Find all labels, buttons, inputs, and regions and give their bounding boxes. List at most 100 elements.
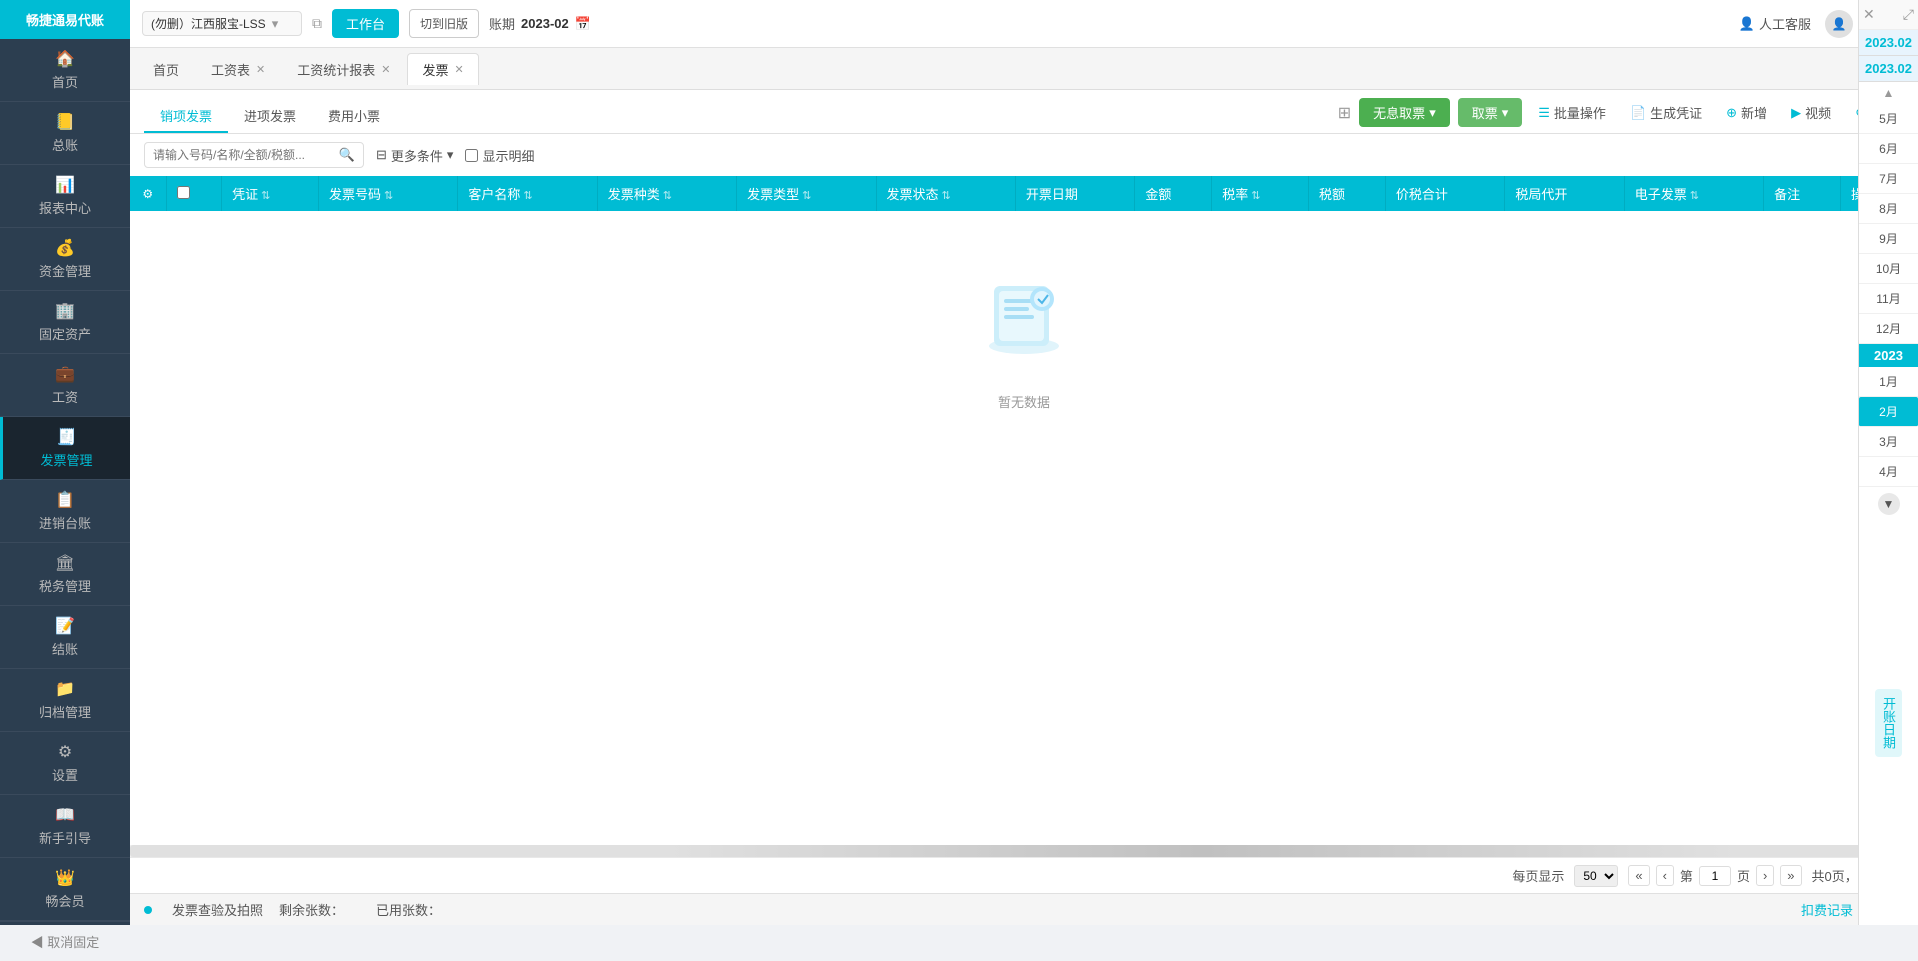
sort-icon[interactable]: ⇅ bbox=[1690, 190, 1699, 202]
period-month-10[interactable]: 10月 bbox=[1859, 254, 1918, 284]
sort-icon[interactable]: ⇅ bbox=[261, 190, 270, 202]
prev-page-button[interactable]: ‹ bbox=[1656, 865, 1674, 886]
payroll-tab-close[interactable]: ✕ bbox=[256, 63, 265, 76]
page-input[interactable] bbox=[1699, 866, 1731, 886]
sidebar-item-label: 进销台账 bbox=[39, 513, 91, 532]
sidebar-item-member[interactable]: 👑 畅会员 bbox=[0, 858, 130, 921]
sidebar-item-invoice[interactable]: 🧾 发票管理 bbox=[0, 417, 130, 480]
period-header-row-1: 2023.02 bbox=[1859, 30, 1918, 56]
sub-tab-purchase-invoice[interactable]: 进项发票 bbox=[228, 100, 312, 133]
no-deduct-button[interactable]: 无息取票 ▾ bbox=[1359, 98, 1450, 127]
customer-service-button[interactable]: 👤 人工客服 bbox=[1739, 14, 1811, 33]
period-scroll-down-button[interactable]: ▼ bbox=[1859, 487, 1918, 521]
sidebar-item-sales[interactable]: 📋 进销台账 bbox=[0, 480, 130, 543]
batch-op-icon: ☰ bbox=[1538, 105, 1550, 121]
first-page-button[interactable]: « bbox=[1628, 865, 1649, 886]
sidebar-item-assets[interactable]: 🏢 固定资产 bbox=[0, 291, 130, 354]
close-period-panel-button[interactable]: ✕ bbox=[1863, 6, 1875, 23]
sort-icon[interactable]: ⇅ bbox=[523, 190, 532, 202]
sidebar-item-reports[interactable]: 📊 报表中心 bbox=[0, 165, 130, 228]
tab-home[interactable]: 首页 bbox=[138, 53, 194, 85]
payroll-icon: 💼 bbox=[55, 364, 75, 384]
sidebar-item-settings[interactable]: ⚙ 设置 bbox=[0, 732, 130, 795]
sidebar-item-finance[interactable]: 💰 资金管理 bbox=[0, 228, 130, 291]
period-month-9[interactable]: 9月 bbox=[1859, 224, 1918, 254]
no-deduct-label: 无息取票 bbox=[1373, 103, 1425, 122]
sub-tabs: 销项发票 进项发票 费用小票 ⊞ 无息取票 ▾ 取票 ▾ ☰ bbox=[130, 90, 1918, 134]
calendar-icon[interactable]: 📅 bbox=[575, 16, 591, 32]
show-detail-checkbox-label[interactable]: 显示明细 bbox=[465, 146, 534, 165]
maximize-icon[interactable]: ⤢ bbox=[1903, 6, 1914, 23]
sidebar: 畅捷通易代账 🏠 首页 📒 总账 📊 报表中心 💰 资金管理 🏢 固定资产 💼 … bbox=[0, 0, 130, 925]
last-page-button[interactable]: » bbox=[1780, 865, 1801, 886]
grid-view-icon[interactable]: ⊞ bbox=[1338, 103, 1351, 123]
select-all-checkbox[interactable] bbox=[177, 186, 190, 199]
sidebar-item-tax[interactable]: 🏛 税务管理 bbox=[0, 543, 130, 606]
period-month-11[interactable]: 11月 bbox=[1859, 284, 1918, 314]
period-month-12[interactable]: 12月 bbox=[1859, 314, 1918, 344]
period-panel: ✕ ⤢ 2023.02 2023.02 ▲ 5月 6月 7月 8月 9月 10月… bbox=[1858, 0, 1918, 925]
payroll-stats-tab-close[interactable]: ✕ bbox=[381, 63, 390, 76]
workbench-button[interactable]: 工作台 bbox=[332, 9, 399, 38]
period-month-apr[interactable]: 4月 bbox=[1859, 457, 1918, 487]
sub-tab-expense-receipt[interactable]: 费用小票 bbox=[312, 100, 396, 133]
tab-invoice[interactable]: 发票 ✕ bbox=[407, 53, 478, 85]
gen-voucher-button[interactable]: 📄 生成凭证 bbox=[1622, 98, 1710, 127]
sidebar-item-closing[interactable]: 📝 结账 bbox=[0, 606, 130, 669]
sidebar-item-ledger[interactable]: 📒 总账 bbox=[0, 102, 130, 165]
home-icon: 🏠 bbox=[55, 49, 75, 69]
period-month-jan[interactable]: 1月 bbox=[1859, 367, 1918, 397]
sub-tab-sales-invoice[interactable]: 销项发票 bbox=[144, 100, 228, 133]
invoice-tab-close[interactable]: ✕ bbox=[455, 63, 464, 76]
show-detail-checkbox[interactable] bbox=[465, 149, 478, 162]
col-settings[interactable]: ⚙ bbox=[130, 176, 166, 211]
period-month-5[interactable]: 5月 bbox=[1859, 104, 1918, 134]
sidebar-item-label: 归档管理 bbox=[39, 702, 91, 721]
batch-op-button[interactable]: ☰ 批量操作 bbox=[1530, 98, 1614, 127]
period-month-feb[interactable]: 2月 bbox=[1859, 397, 1918, 427]
sort-icon[interactable]: ⇅ bbox=[802, 190, 811, 202]
period-month-6[interactable]: 6月 bbox=[1859, 134, 1918, 164]
gen-voucher-label: 生成凭证 bbox=[1650, 103, 1702, 122]
new-label: 新增 bbox=[1741, 103, 1767, 122]
filter-bar: 🔍 ⊟ 更多条件 ▾ 显示明细 bbox=[130, 134, 1918, 176]
sidebar-item-payroll[interactable]: 💼 工资 bbox=[0, 354, 130, 417]
deduct-record-link[interactable]: 扣费记录 bbox=[1801, 900, 1853, 919]
empty-state: 暂无数据 bbox=[130, 211, 1918, 471]
sort-icon[interactable]: ⇅ bbox=[384, 190, 393, 202]
sidebar-item-guide[interactable]: 📖 新手引导 bbox=[0, 795, 130, 858]
scroll-down-circle[interactable]: ▼ bbox=[1878, 493, 1900, 515]
col-tax-rate: 税率⇅ bbox=[1212, 176, 1309, 211]
per-page-select[interactable]: 50 bbox=[1574, 865, 1618, 887]
more-conditions-button[interactable]: ⊟ 更多条件 ▾ bbox=[376, 146, 453, 165]
sidebar-item-archive[interactable]: 📁 归档管理 bbox=[0, 669, 130, 732]
sidebar-collapse-button[interactable]: ◀ 取消固定 bbox=[0, 921, 130, 961]
sort-icon[interactable]: ⇅ bbox=[942, 190, 951, 202]
period-scroll-up-button[interactable]: ▲ bbox=[1859, 82, 1918, 104]
period-month-7[interactable]: 7月 bbox=[1859, 164, 1918, 194]
copy-icon[interactable]: ⧉ bbox=[312, 15, 322, 32]
sort-icon[interactable]: ⇅ bbox=[663, 190, 672, 202]
closing-icon: 📝 bbox=[55, 616, 75, 636]
old-version-button[interactable]: 切到旧版 bbox=[409, 9, 479, 38]
open-period-button[interactable]: 开账日期 bbox=[1875, 689, 1902, 757]
take-ticket-button[interactable]: 取票 ▾ bbox=[1458, 98, 1523, 127]
search-input-wrap[interactable]: 🔍 bbox=[144, 142, 364, 168]
video-button[interactable]: ▶ 视频 bbox=[1783, 98, 1839, 127]
sidebar-item-label: 设置 bbox=[52, 765, 78, 784]
horizontal-scrollbar[interactable] bbox=[130, 845, 1918, 857]
sort-icon[interactable]: ⇅ bbox=[1251, 190, 1260, 202]
sidebar-item-home[interactable]: 🏠 首页 bbox=[0, 39, 130, 102]
new-button[interactable]: ⊕ 新增 bbox=[1718, 98, 1775, 127]
user-avatar[interactable]: 👤 bbox=[1825, 10, 1853, 38]
search-input[interactable] bbox=[153, 148, 333, 162]
tab-payroll[interactable]: 工资表 ✕ bbox=[196, 53, 280, 85]
company-selector[interactable]: (勿删）江西服宝-LSS ▾ bbox=[142, 11, 302, 36]
col-checkbox[interactable] bbox=[166, 176, 222, 211]
period-month-8[interactable]: 8月 bbox=[1859, 194, 1918, 224]
period-month-mar[interactable]: 3月 bbox=[1859, 427, 1918, 457]
footer-bottom: 发票查验及拍照 剩余张数： 已用张数： 扣费记录 去充值 bbox=[130, 893, 1918, 925]
period-header-row-2: 2023.02 bbox=[1859, 56, 1918, 82]
tab-payroll-stats[interactable]: 工资统计报表 ✕ bbox=[282, 53, 405, 85]
next-page-button[interactable]: › bbox=[1756, 865, 1774, 886]
